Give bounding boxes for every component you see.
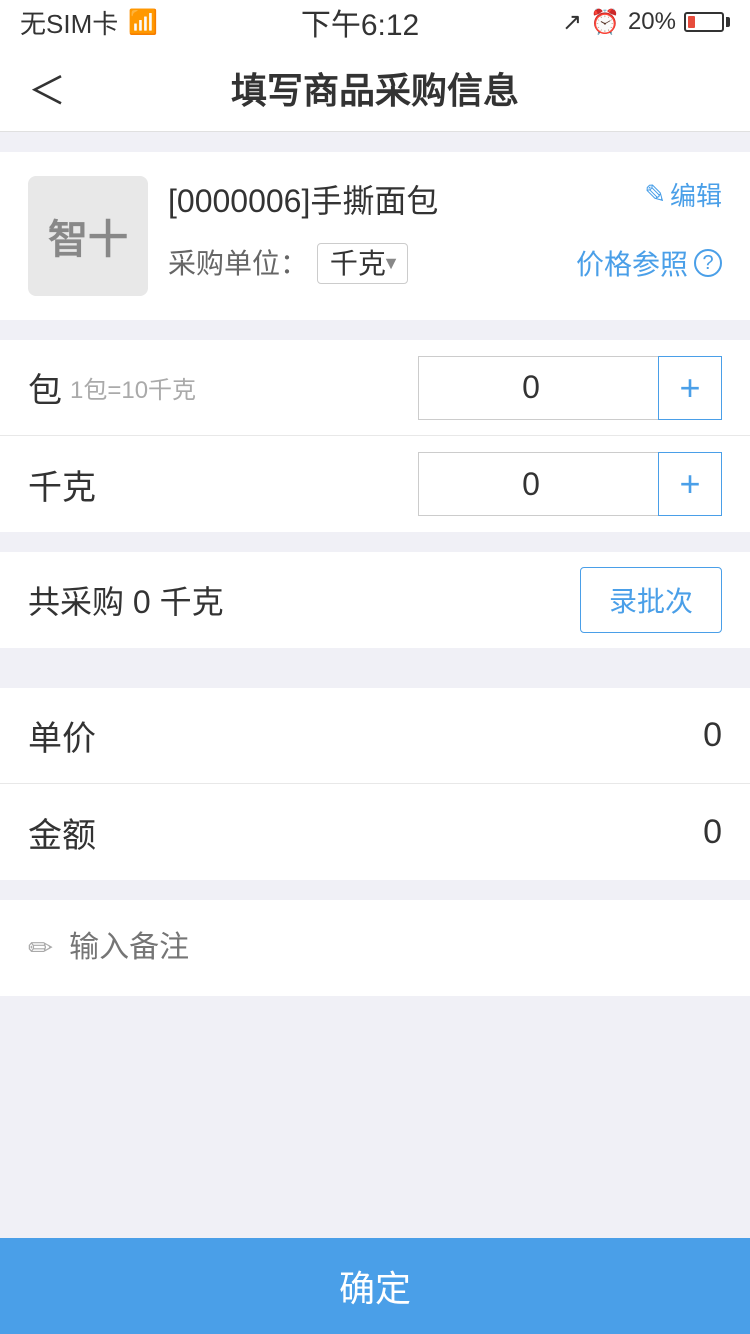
bottom-spacer (0, 996, 750, 1196)
status-right: ↗ ⏰ 20% (562, 8, 730, 37)
summary-row: 共采购 0 千克 录批次 (0, 552, 750, 648)
kg-label: 千克 (28, 460, 96, 509)
pack-row: 包 1包=10千克 + (0, 340, 750, 436)
remark-input[interactable] (69, 931, 722, 965)
summary-prefix: 共采购 (28, 584, 133, 620)
time-text: 下午6:12 (301, 0, 419, 44)
unit-price-value: 0 (703, 716, 722, 755)
location-icon: ↗ (562, 8, 582, 37)
divider-1 (0, 320, 750, 340)
back-button[interactable]: ＜ (28, 60, 66, 115)
edit-label: 编辑 (670, 176, 722, 213)
nav-bar: ＜ 填写商品采购信息 (0, 44, 750, 132)
pack-control: + (418, 356, 722, 420)
pack-plus-button[interactable]: + (658, 356, 722, 420)
edit-icon: ✎ (644, 179, 666, 210)
batch-button[interactable]: 录批次 (580, 567, 722, 633)
kg-row: 千克 + (0, 436, 750, 532)
carrier-text: 无SIM卡 (20, 4, 118, 41)
summary-amount: 0 (133, 584, 160, 620)
product-info: [0000006]手撕面包 ✎ 编辑 采购单位： 千克 价格参照 ? (168, 176, 722, 284)
divider-2 (0, 648, 750, 668)
product-card: 智十 [0000006]手撕面包 ✎ 编辑 采购单位： 千克 价格参照 ? (0, 152, 750, 320)
unit-label: 采购单位： (168, 248, 308, 279)
remark-section: ✏ (0, 900, 750, 996)
edit-button[interactable]: ✎ 编辑 (644, 176, 722, 213)
battery-icon (684, 12, 730, 32)
pencil-icon: ✏ (28, 931, 53, 966)
pack-label: 包 (28, 363, 62, 412)
price-ref-icon: ? (694, 249, 722, 277)
kg-input[interactable] (418, 452, 658, 516)
product-name: [0000006]手撕面包 (168, 176, 438, 222)
amount-row: 金额 0 (0, 784, 750, 880)
kg-plus-button[interactable]: + (658, 452, 722, 516)
amount-label: 金额 (28, 808, 96, 857)
status-bar: 无SIM卡 📶 下午6:12 ↗ ⏰ 20% (0, 0, 750, 44)
alarm-icon: ⏰ (590, 8, 620, 37)
confirm-button[interactable]: 确定 (0, 1238, 750, 1334)
page-title: 填写商品采购信息 (231, 62, 519, 114)
summary-text: 共采购 0 千克 (28, 577, 224, 623)
unit-price-row: 单价 0 (0, 688, 750, 784)
unit-select-wrap: 千克 (317, 243, 408, 284)
price-ref-button[interactable]: 价格参照 ? (576, 243, 722, 283)
status-left: 无SIM卡 📶 (20, 4, 158, 41)
battery-percent: 20% (628, 8, 676, 36)
price-ref-label: 价格参照 (576, 243, 688, 283)
product-image: 智十 (28, 176, 148, 296)
unit-select[interactable]: 千克 (317, 243, 408, 284)
pack-input[interactable] (418, 356, 658, 420)
amount-value: 0 (703, 813, 722, 852)
unit-price-label: 单价 (28, 711, 96, 760)
input-section: 包 1包=10千克 + 千克 + (0, 340, 750, 532)
wifi-icon: 📶 (128, 8, 158, 37)
detail-section: 单价 0 金额 0 (0, 688, 750, 880)
summary-unit: 千克 (160, 584, 224, 620)
pack-sublabel: 1包=10千克 (70, 370, 196, 405)
product-logo-icon: 智十 (48, 207, 128, 265)
kg-control: + (418, 452, 722, 516)
